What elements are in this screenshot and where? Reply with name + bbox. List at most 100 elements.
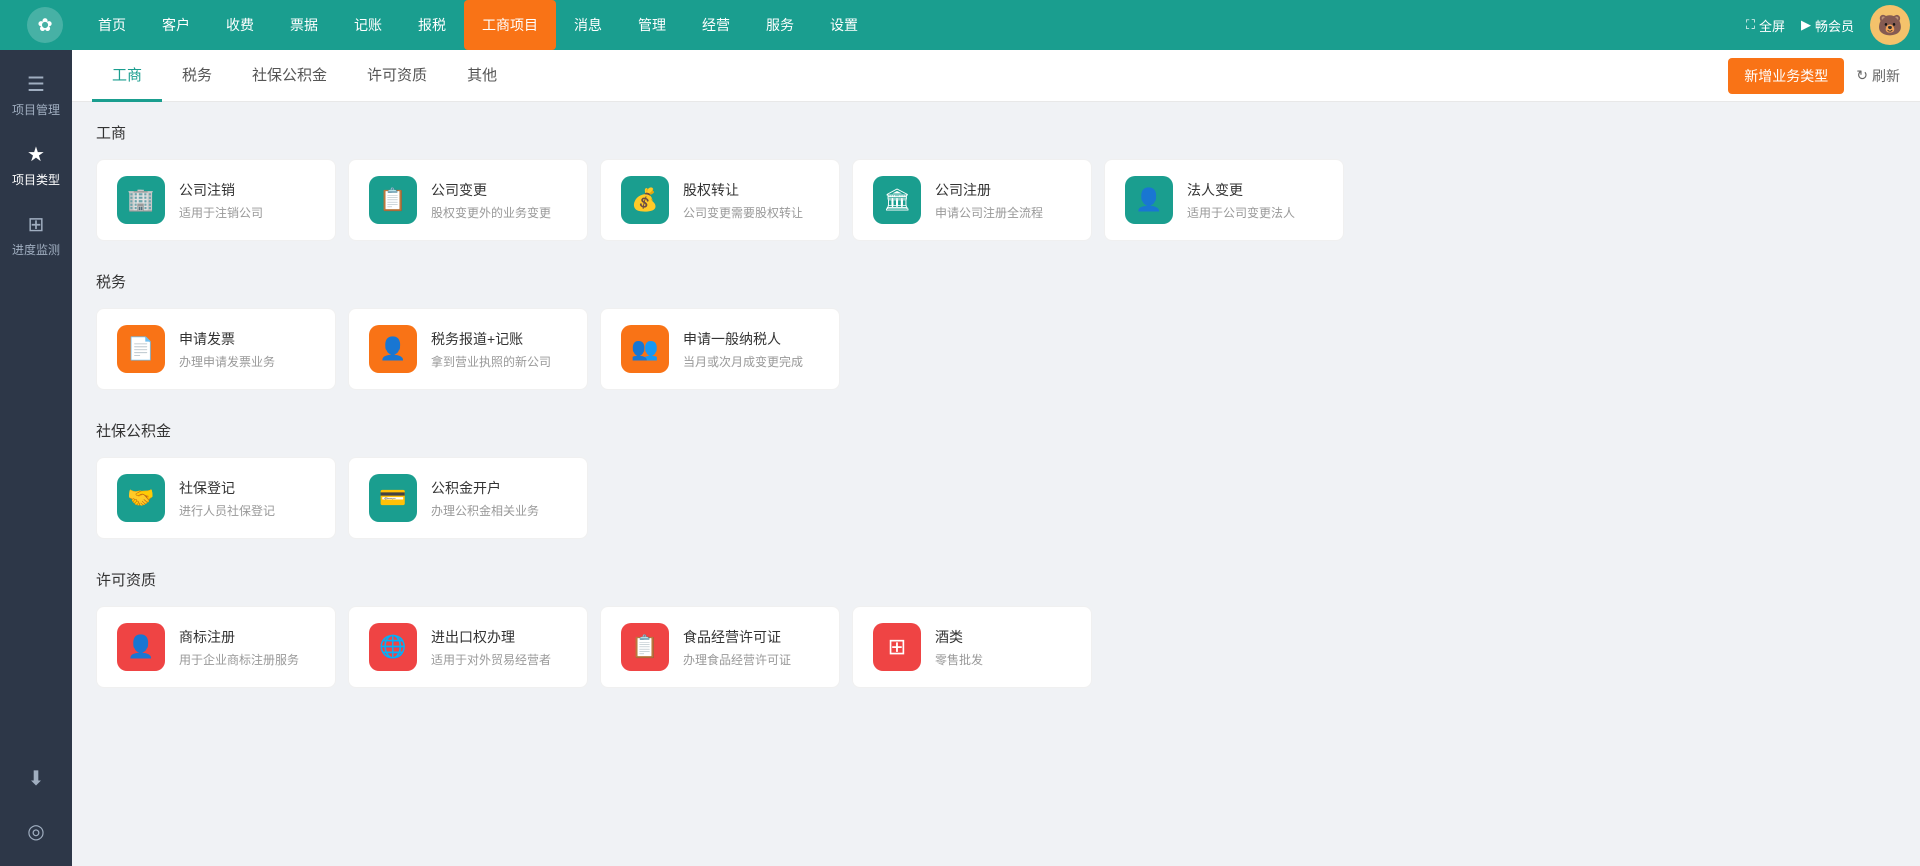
card-desc: 办理公积金相关业务 (431, 502, 539, 519)
card-text: 公积金开户 办理公积金相关业务 (431, 478, 539, 519)
service-card-公司注册[interactable]: 🏛 公司注册 申请公司注册全流程 (852, 159, 1092, 241)
new-type-button[interactable]: 新增业务类型 (1728, 58, 1844, 94)
logo-icon: ✿ (27, 7, 63, 43)
nav-item-收费[interactable]: 收费 (208, 0, 272, 50)
service-card-公司变更[interactable]: 📋 公司变更 股权变更外的业务变更 (348, 159, 588, 241)
sidebar-item-label: 进度监测 (12, 241, 60, 258)
card-icon: 📋 (621, 623, 669, 671)
card-text: 食品经营许可证 办理食品经营许可证 (683, 627, 791, 668)
section-title-工商: 工商 (96, 122, 1896, 143)
sidebar-item-项目管理[interactable]: ☰项目管理 (0, 60, 72, 130)
card-icon: 📋 (369, 176, 417, 224)
card-text: 税务报道+记账 拿到营业执照的新公司 (431, 329, 551, 370)
sidebar-bottom-icon: ◎ (27, 819, 44, 844)
cards-grid-税务: 📄 申请发票 办理申请发票业务 👤 税务报道+记账 拿到营业执照的新公司 👥 申… (96, 308, 1896, 390)
refresh-label: 刷新 (1872, 66, 1900, 86)
section-title-社保公积金: 社保公积金 (96, 420, 1896, 441)
card-icon: ⊞ (873, 623, 921, 671)
nav-item-票据[interactable]: 票据 (272, 0, 336, 50)
card-desc: 办理申请发票业务 (179, 353, 275, 370)
service-card-税务报道+记账[interactable]: 👤 税务报道+记账 拿到营业执照的新公司 (348, 308, 588, 390)
mascot-avatar: 🐻 (1870, 5, 1910, 45)
card-icon: 📄 (117, 325, 165, 373)
nav-item-经营[interactable]: 经营 (684, 0, 748, 50)
card-text: 进出口权办理 适用于对外贸易经营者 (431, 627, 551, 668)
play-icon: ▶ (1801, 17, 1811, 33)
service-card-社保登记[interactable]: 🤝 社保登记 进行人员社保登记 (96, 457, 336, 539)
nav-item-报税[interactable]: 报税 (400, 0, 464, 50)
tab-工商[interactable]: 工商 (92, 50, 162, 102)
card-icon: 👤 (1125, 176, 1173, 224)
service-card-股权转让[interactable]: 💰 股权转让 公司变更需要股权转让 (600, 159, 840, 241)
card-title: 申请发票 (179, 329, 275, 349)
cards-grid-工商: 🏢 公司注销 适用于注销公司 📋 公司变更 股权变更外的业务变更 💰 股权转让 … (96, 159, 1896, 241)
nav-item-消息[interactable]: 消息 (556, 0, 620, 50)
refresh-button[interactable]: ↻ 刷新 (1856, 66, 1900, 86)
service-card-进出口权办理[interactable]: 🌐 进出口权办理 适用于对外贸易经营者 (348, 606, 588, 688)
card-desc: 股权变更外的业务变更 (431, 204, 551, 221)
tab-其他[interactable]: 其他 (447, 50, 517, 102)
card-desc: 适用于对外贸易经营者 (431, 651, 551, 668)
card-desc: 办理食品经营许可证 (683, 651, 791, 668)
service-card-酒类[interactable]: ⊞ 酒类 零售批发 (852, 606, 1092, 688)
fullscreen-label: 全屏 (1759, 16, 1785, 35)
tab-许可资质[interactable]: 许可资质 (347, 50, 447, 102)
top-navigation: ✿ 首页客户收费票据记账报税工商项目消息管理经营服务设置 ⛶ 全屏 ▶ 畅会员 … (0, 0, 1920, 50)
nav-item-记账[interactable]: 记账 (336, 0, 400, 50)
cards-grid-社保公积金: 🤝 社保登记 进行人员社保登记 💳 公积金开户 办理公积金相关业务 (96, 457, 1896, 539)
tab-税务[interactable]: 税务 (162, 50, 232, 102)
nav-item-客户[interactable]: 客户 (144, 0, 208, 50)
sidebar-bottom-item[interactable]: ◎ (0, 807, 72, 856)
nav-item-首页[interactable]: 首页 (80, 0, 144, 50)
card-text: 酒类 零售批发 (935, 627, 983, 668)
fullscreen-button[interactable]: ⛶ 全屏 (1746, 16, 1785, 35)
card-desc: 适用于公司变更法人 (1187, 204, 1295, 221)
fullscreen-icon: ⛶ (1746, 17, 1755, 33)
card-icon: 👤 (117, 623, 165, 671)
card-text: 商标注册 用于企业商标注册服务 (179, 627, 299, 668)
section-title-许可资质: 许可资质 (96, 569, 1896, 590)
card-icon: 🏢 (117, 176, 165, 224)
member-button[interactable]: ▶ 畅会员 (1801, 16, 1854, 35)
card-text: 公司变更 股权变更外的业务变更 (431, 180, 551, 221)
tab-社保公积金[interactable]: 社保公积金 (232, 50, 347, 102)
card-icon: 💳 (369, 474, 417, 522)
service-card-商标注册[interactable]: 👤 商标注册 用于企业商标注册服务 (96, 606, 336, 688)
card-desc: 拿到营业执照的新公司 (431, 353, 551, 370)
card-text: 申请发票 办理申请发票业务 (179, 329, 275, 370)
sidebar-icon: ☰ (27, 72, 45, 97)
card-desc: 当月或次月成变更完成 (683, 353, 803, 370)
nav-item-服务[interactable]: 服务 (748, 0, 812, 50)
scroll-area: 工商 🏢 公司注销 适用于注销公司 📋 公司变更 股权变更外的业务变更 💰 股权… (72, 102, 1920, 866)
content-area: 工商税务社保公积金许可资质其他 新增业务类型 ↻ 刷新 工商 🏢 公司注销 适用… (72, 50, 1920, 866)
service-card-公司注销[interactable]: 🏢 公司注销 适用于注销公司 (96, 159, 336, 241)
service-card-申请一般纳税人[interactable]: 👥 申请一般纳税人 当月或次月成变更完成 (600, 308, 840, 390)
sidebar-item-项目类型[interactable]: ★ 项目类型 (0, 130, 72, 200)
sidebar: ☰项目管理 ★ 项目类型 ⊞进度监测 ⬇ ◎ (0, 50, 72, 866)
cards-grid-许可资质: 👤 商标注册 用于企业商标注册服务 🌐 进出口权办理 适用于对外贸易经营者 📋 … (96, 606, 1896, 688)
member-label: 畅会员 (1815, 16, 1854, 35)
card-icon: 💰 (621, 176, 669, 224)
card-desc: 进行人员社保登记 (179, 502, 275, 519)
sidebar-bottom-item[interactable]: ⬇ (0, 754, 72, 803)
card-text: 社保登记 进行人员社保登记 (179, 478, 275, 519)
card-title: 申请一般纳税人 (683, 329, 803, 349)
nav-item-工商项目[interactable]: 工商项目 (464, 0, 556, 50)
sidebar-item-label: 项目类型 (12, 171, 60, 188)
service-card-公积金开户[interactable]: 💳 公积金开户 办理公积金相关业务 (348, 457, 588, 539)
card-title: 税务报道+记账 (431, 329, 551, 349)
service-card-申请发票[interactable]: 📄 申请发票 办理申请发票业务 (96, 308, 336, 390)
card-text: 公司注册 申请公司注册全流程 (935, 180, 1043, 221)
service-card-食品经营许可证[interactable]: 📋 食品经营许可证 办理食品经营许可证 (600, 606, 840, 688)
card-icon: 🌐 (369, 623, 417, 671)
service-card-法人变更[interactable]: 👤 法人变更 适用于公司变更法人 (1104, 159, 1344, 241)
nav-item-设置[interactable]: 设置 (812, 0, 876, 50)
card-desc: 用于企业商标注册服务 (179, 651, 299, 668)
sidebar-item-进度监测[interactable]: ⊞进度监测 (0, 200, 72, 270)
sidebar-icon: ★ (27, 142, 45, 167)
card-title: 股权转让 (683, 180, 803, 200)
card-desc: 适用于注销公司 (179, 204, 263, 221)
nav-item-管理[interactable]: 管理 (620, 0, 684, 50)
refresh-icon: ↻ (1856, 67, 1868, 84)
card-title: 公司注册 (935, 180, 1043, 200)
